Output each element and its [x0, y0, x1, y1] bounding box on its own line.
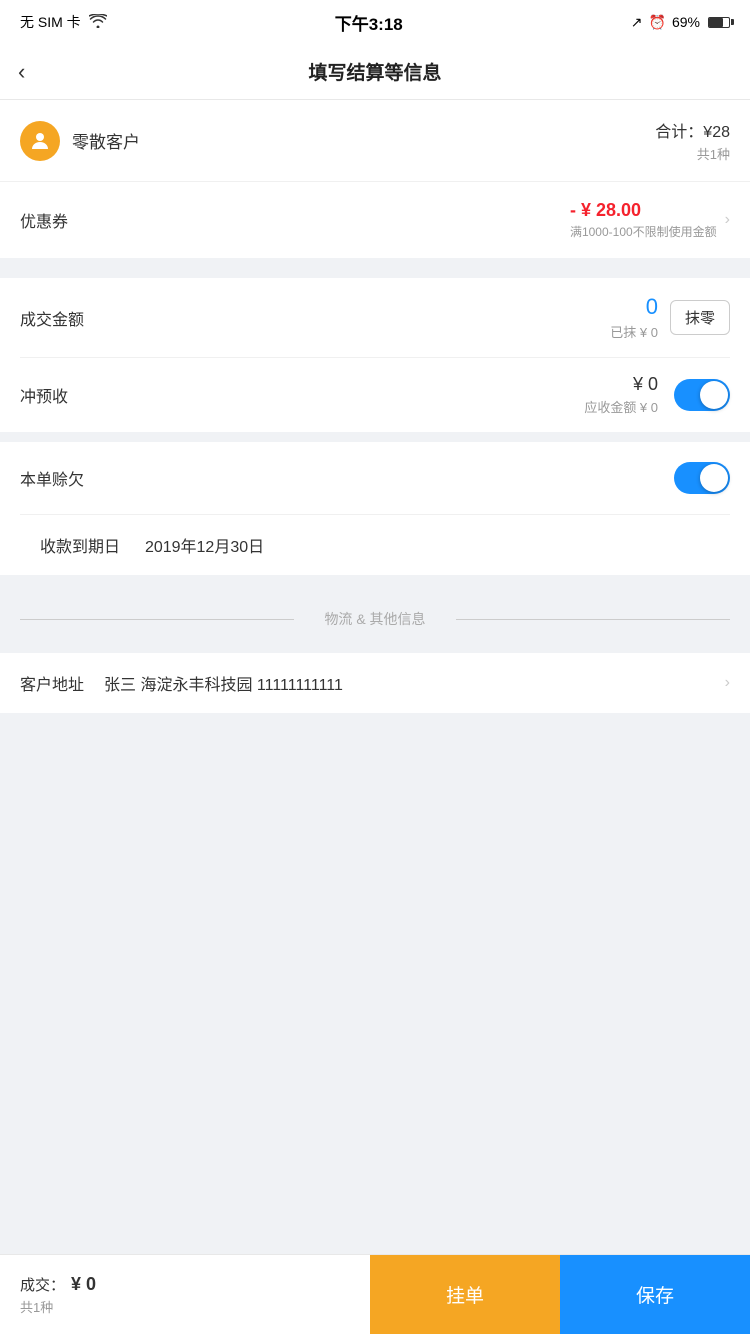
coupon-desc: 满1000-100不限制使用金额 — [570, 223, 717, 240]
customer-summary: 合计：¥28 共1种 — [655, 118, 730, 163]
deal-label: 成交： — [20, 1274, 65, 1295]
logistics-header: 物流 & 其他信息 — [0, 595, 750, 643]
customer-name: 零散客户 — [72, 128, 140, 153]
prepay-amount: ¥ 0 应收金额 ¥ 0 — [584, 374, 658, 416]
coupon-label: 优惠券 — [20, 208, 68, 232]
status-right: ↗ ⏰ 69% — [631, 14, 730, 31]
customer-section: 零散客户 合计：¥28 共1种 优惠券 - ¥ 28.00 满1000-100不… — [0, 100, 750, 258]
section-divider-1 — [0, 268, 750, 278]
logistics-title: 物流 & 其他信息 — [324, 609, 425, 629]
amount-label: 成交金额 — [20, 306, 84, 330]
address-label: 客户地址 — [20, 671, 84, 695]
duedate-date: 2019年12月30日 — [145, 539, 264, 556]
hang-button[interactable]: 挂单 — [370, 1255, 560, 1334]
duedate-label: 收款到期日 — [40, 539, 120, 556]
prepay-left: 冲预收 — [20, 383, 68, 407]
content: 零散客户 合计：¥28 共1种 优惠券 - ¥ 28.00 满1000-100不… — [0, 100, 750, 993]
bottom-count: 共1种 — [20, 1297, 350, 1316]
bottom-deal: 成交： ¥ 0 — [20, 1274, 350, 1295]
save-button[interactable]: 保存 — [560, 1255, 750, 1334]
status-bar: 无 SIM 卡 下午3:18 ↗ ⏰ 69% — [0, 0, 750, 44]
status-left: 无 SIM 卡 — [20, 12, 107, 32]
credit-toggle-knob — [700, 464, 728, 492]
amount-section: 成交金额 0 已抹 ¥ 0 抹零 冲预收 ¥ 0 应收金额 ¥ 0 — [0, 278, 750, 432]
empty-area — [0, 713, 750, 913]
roundoff-button[interactable]: 抹零 — [670, 300, 730, 335]
status-time: 下午3:18 — [335, 10, 403, 35]
duedate-spacer — [124, 539, 140, 556]
no-sim-label: 无 SIM 卡 — [20, 12, 81, 32]
prepay-receivable: 应收金额 ¥ 0 — [584, 397, 658, 416]
address-value: 张三 海淀永丰科技园 11111111111 — [104, 671, 705, 695]
credit-section: 本单赊欠 收款到期日 2019年12月30日 — [0, 442, 750, 575]
customer-row: 零散客户 合计：¥28 共1种 — [0, 100, 750, 181]
amount-col: 0 已抹 ¥ 0 — [610, 294, 658, 341]
credit-row: 本单赊欠 — [20, 442, 730, 514]
prepay-right: ¥ 0 应收金额 ¥ 0 — [584, 374, 730, 416]
total-count: 共1种 — [655, 144, 730, 163]
line-left — [20, 619, 294, 620]
toggle-knob — [700, 381, 728, 409]
amount-sub: 已抹 ¥ 0 — [610, 322, 658, 341]
address-row[interactable]: 客户地址 张三 海淀永丰科技园 11111111111 › — [0, 653, 750, 713]
prepay-toggle[interactable] — [674, 379, 730, 411]
amount-value[interactable]: 0 — [610, 294, 658, 320]
bottom-bar: 成交： ¥ 0 共1种 挂单 保存 — [0, 1254, 750, 1334]
prepay-label: 冲预收 — [20, 389, 68, 406]
coupon-right: - ¥ 28.00 满1000-100不限制使用金额 › — [570, 200, 730, 240]
battery-percent: 69% — [672, 14, 700, 30]
total-amount: 合计：¥28 — [655, 118, 730, 142]
nav-bar: ‹ 填写结算等信息 — [0, 44, 750, 100]
back-button[interactable]: ‹ — [18, 59, 25, 85]
credit-label: 本单赊欠 — [20, 466, 84, 490]
section-divider-4 — [0, 643, 750, 653]
page-title: 填写结算等信息 — [308, 58, 441, 85]
wifi-icon — [89, 14, 107, 31]
deal-amount: ¥ 0 — [71, 1274, 96, 1295]
customer-left: 零散客户 — [20, 121, 140, 161]
coupon-value: - ¥ 28.00 — [570, 200, 717, 221]
avatar — [20, 121, 60, 161]
alarm-icon: ⏰ — [649, 14, 666, 31]
amount-row: 成交金额 0 已抹 ¥ 0 抹零 — [20, 278, 730, 358]
battery-icon — [708, 17, 730, 28]
section-divider-2 — [0, 432, 750, 442]
address-chevron-icon: › — [725, 674, 730, 692]
coupon-value-block: - ¥ 28.00 满1000-100不限制使用金额 — [570, 200, 717, 240]
prepay-row: 冲预收 ¥ 0 应收金额 ¥ 0 — [20, 358, 730, 432]
bottom-summary: 成交： ¥ 0 共1种 — [0, 1274, 370, 1316]
credit-toggle[interactable] — [674, 462, 730, 494]
location-icon: ↗ — [631, 14, 643, 31]
line-right — [456, 619, 730, 620]
chevron-right-icon: › — [725, 211, 730, 229]
amount-right: 0 已抹 ¥ 0 抹零 — [610, 294, 730, 341]
section-divider-3 — [0, 585, 750, 595]
duedate-row: 收款到期日 2019年12月30日 — [20, 514, 730, 575]
user-icon — [28, 129, 52, 153]
prepay-main-value: ¥ 0 — [584, 374, 658, 395]
coupon-row[interactable]: 优惠券 - ¥ 28.00 满1000-100不限制使用金额 › — [0, 181, 750, 258]
